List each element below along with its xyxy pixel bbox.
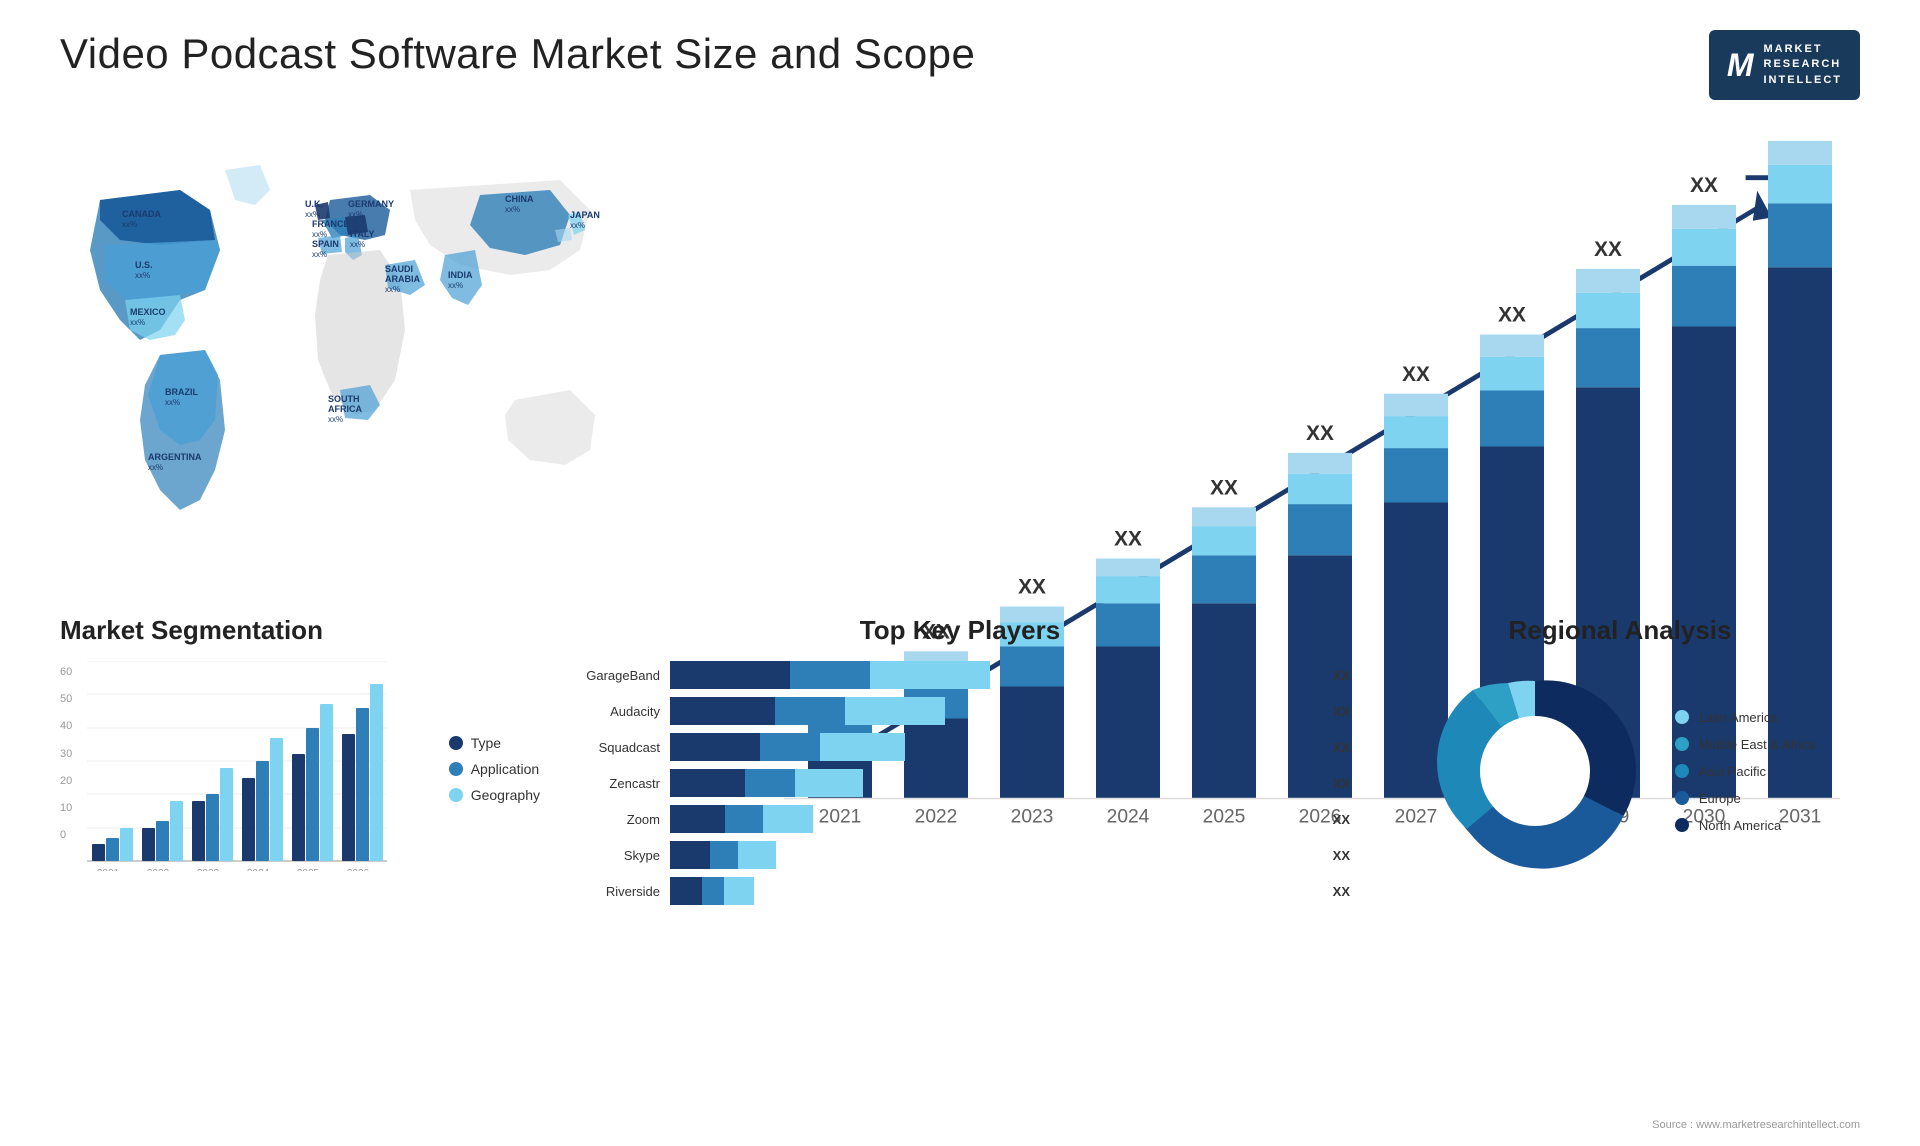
svg-text:XX: XX — [1018, 576, 1046, 599]
players-list: GarageBand XX Audacity — [570, 661, 1350, 905]
players-title: Top Key Players — [570, 615, 1350, 646]
svg-text:xx%: xx% — [385, 285, 400, 294]
svg-text:XX: XX — [1594, 238, 1622, 261]
seg-y-axis: 60 50 40 30 20 10 0 — [60, 661, 77, 861]
svg-text:xx%: xx% — [122, 220, 137, 229]
svg-text:xx%: xx% — [350, 240, 365, 249]
player-row-squadcast: Squadcast XX — [570, 733, 1350, 761]
player-row-zoom: Zoom XX — [570, 805, 1350, 833]
canada-label: CANADA — [122, 209, 161, 219]
svg-text:xx%: xx% — [448, 281, 463, 290]
players-section: Top Key Players GarageBand XX Audacity — [570, 615, 1350, 913]
svg-text:2024: 2024 — [247, 868, 270, 871]
svg-text:xx%: xx% — [505, 205, 520, 214]
logo: M MARKET RESEARCH INTELLECT — [1709, 30, 1860, 100]
svg-text:BRAZIL: BRAZIL — [165, 387, 198, 397]
player-row-zencastr: Zencastr XX — [570, 769, 1350, 797]
svg-text:U.K.: U.K. — [305, 199, 323, 209]
svg-text:xx%: xx% — [348, 210, 363, 219]
legend-middle-east: Middle East & Africa — [1675, 737, 1815, 752]
svg-text:xx%: xx% — [130, 318, 145, 327]
page-title: Video Podcast Software Market Size and S… — [60, 30, 975, 78]
legend-europe: Europe — [1675, 791, 1815, 806]
svg-text:xx%: xx% — [135, 271, 150, 280]
svg-text:GERMANY: GERMANY — [348, 199, 394, 209]
svg-text:2025: 2025 — [297, 868, 320, 871]
legend-asia-pacific: Asia Pacific — [1675, 764, 1815, 779]
regional-section: Regional Analysis — [1380, 615, 1860, 913]
player-row-skype: Skype XX — [570, 841, 1350, 869]
svg-text:ARABIA: ARABIA — [385, 274, 420, 284]
svg-text:INDIA: INDIA — [448, 270, 473, 280]
regional-title: Regional Analysis — [1380, 615, 1860, 646]
svg-text:2021: 2021 — [97, 868, 120, 871]
legend-type-dot — [449, 736, 463, 750]
legend-north-america: North America — [1675, 818, 1815, 833]
player-row-garageband: GarageBand XX — [570, 661, 1350, 689]
svg-text:XX: XX — [1690, 174, 1718, 197]
svg-text:XX: XX — [1114, 528, 1142, 551]
svg-text:xx%: xx% — [328, 415, 343, 424]
svg-text:ARGENTINA: ARGENTINA — [148, 452, 202, 462]
logo-letter: M — [1727, 47, 1754, 84]
legend-geography: Geography — [449, 787, 540, 803]
svg-text:SAUDI: SAUDI — [385, 264, 413, 274]
seg-bars: 2021 2022 2023 2024 2025 2026 — [87, 661, 423, 876]
world-map-svg: CANADA xx% U.S. xx% MEXICO xx% BRAZIL xx… — [60, 120, 680, 580]
svg-text:U.S.: U.S. — [135, 260, 153, 270]
svg-text:FRANCE: FRANCE — [312, 219, 350, 229]
svg-text:XX: XX — [1306, 422, 1334, 445]
legend-geo-dot — [449, 788, 463, 802]
svg-text:MEXICO: MEXICO — [130, 307, 166, 317]
svg-text:ITALY: ITALY — [350, 229, 375, 239]
source-text: Source : www.marketresearchintellect.com — [1652, 1119, 1860, 1131]
svg-text:XX: XX — [1210, 477, 1238, 500]
svg-text:XX: XX — [1498, 304, 1526, 327]
svg-text:SOUTH: SOUTH — [328, 394, 360, 404]
donut-chart — [1425, 661, 1645, 881]
legend-app-dot — [449, 762, 463, 776]
svg-text:2022: 2022 — [147, 868, 170, 871]
svg-text:xx%: xx% — [312, 230, 327, 239]
top-grid: CANADA xx% U.S. xx% MEXICO xx% BRAZIL xx… — [60, 120, 1860, 600]
player-row-audacity: Audacity XX — [570, 697, 1350, 725]
svg-text:xx%: xx% — [165, 398, 180, 407]
player-row-riverside: Riverside XX — [570, 877, 1350, 905]
seg-chart-svg: 2021 2022 2023 2024 2025 2026 — [87, 661, 387, 871]
svg-text:AFRICA: AFRICA — [328, 404, 362, 414]
legend-latin-america: Latin America — [1675, 710, 1815, 725]
svg-text:2026: 2026 — [347, 868, 370, 871]
svg-text:xx%: xx% — [570, 221, 585, 230]
page-container: Video Podcast Software Market Size and S… — [0, 0, 1920, 1146]
legend-type: Type — [449, 735, 540, 751]
bottom-grid: Market Segmentation 60 50 40 30 20 10 0 — [60, 615, 1860, 913]
svg-text:XX: XX — [1402, 363, 1430, 386]
seg-legend: Type Application Geography — [449, 661, 540, 876]
regional-legend: Latin America Middle East & Africa Asia … — [1675, 710, 1815, 833]
header: Video Podcast Software Market Size and S… — [60, 30, 1860, 100]
svg-text:SPAIN: SPAIN — [312, 239, 339, 249]
svg-text:2023: 2023 — [197, 868, 220, 871]
svg-text:xx%: xx% — [148, 463, 163, 472]
svg-text:JAPAN: JAPAN — [570, 210, 600, 220]
logo-text: MARKET RESEARCH INTELLECT — [1764, 42, 1843, 88]
segmentation-section: Market Segmentation 60 50 40 30 20 10 0 — [60, 615, 540, 913]
legend-application: Application — [449, 761, 540, 777]
svg-text:CHINA: CHINA — [505, 194, 534, 204]
svg-text:xx%: xx% — [312, 250, 327, 259]
svg-text:xx%: xx% — [305, 210, 320, 219]
segmentation-title: Market Segmentation — [60, 615, 540, 646]
regional-content: Latin America Middle East & Africa Asia … — [1380, 661, 1860, 881]
